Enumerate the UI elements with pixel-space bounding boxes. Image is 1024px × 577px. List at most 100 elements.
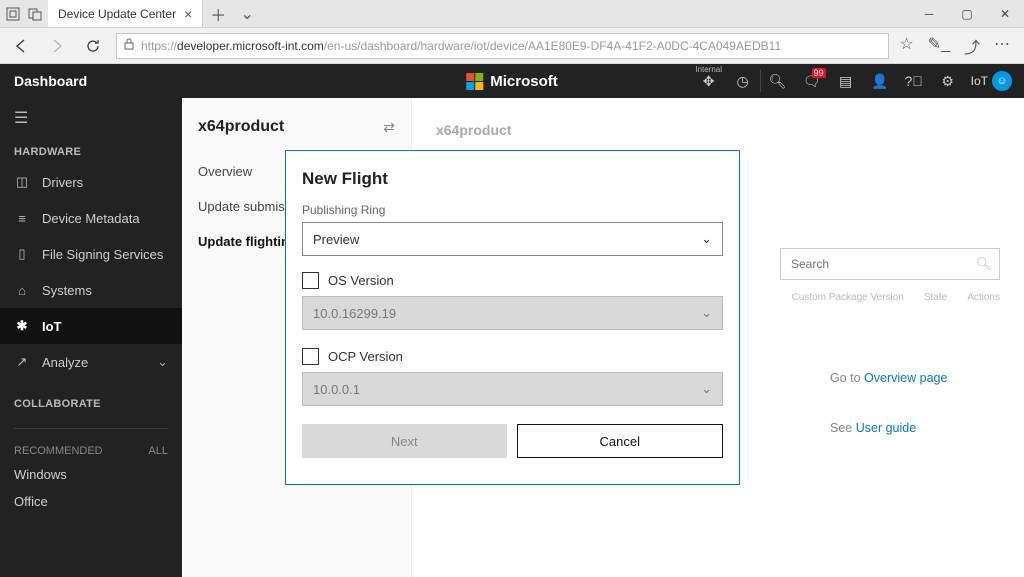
swap-icon[interactable]: ⇄ xyxy=(383,119,395,136)
sidebar-link-office[interactable]: Office xyxy=(0,488,182,515)
sidebar-item-label: Drivers xyxy=(42,175,83,190)
systems-icon: ⌂ xyxy=(14,283,30,298)
publishing-ring-label: Publishing Ring xyxy=(302,203,723,217)
url-scheme: https:// xyxy=(141,39,177,53)
account-avatar-icon: ☺ xyxy=(992,71,1012,91)
notification-icon[interactable]: 🗨99 xyxy=(795,64,829,98)
brand-text: Microsoft xyxy=(490,73,558,90)
sidebar-item-iot[interactable]: ✱ IoT xyxy=(0,308,182,344)
sidebar-link-windows[interactable]: Windows xyxy=(0,461,182,488)
microsoft-logo-icon xyxy=(466,73,483,90)
url-path: /en-us/dashboard/hardware/iot/device/AA1… xyxy=(324,39,781,53)
profile-icon[interactable]: 👤 xyxy=(863,64,897,98)
sidebar-section-collaborate: COLLABORATE xyxy=(0,390,182,416)
refresh-button[interactable] xyxy=(80,33,106,59)
breadcrumb: x64product xyxy=(436,122,1000,138)
cancel-button[interactable]: Cancel xyxy=(517,424,724,458)
sys-icon-1[interactable] xyxy=(6,7,20,21)
sys-icon-2[interactable] xyxy=(28,7,42,21)
dialog-title: New Flight xyxy=(302,169,723,189)
account-label-button[interactable]: IoT ☺ xyxy=(965,64,1018,98)
sidebar-item-label: Systems xyxy=(42,283,92,298)
drivers-icon: ◫ xyxy=(14,174,30,190)
sidebar-item-analyze[interactable]: ↗ Analyze ⌄ xyxy=(0,344,182,380)
maximize-button[interactable]: ▢ xyxy=(948,0,986,27)
th-state: State xyxy=(924,292,947,303)
help-sidebar: Go to Overview page See User guide xyxy=(830,368,1000,438)
all-label[interactable]: ALL xyxy=(148,445,168,457)
chevron-down-icon: ⌄ xyxy=(701,381,712,397)
analyze-icon: ↗ xyxy=(14,354,30,370)
os-version-checkbox[interactable] xyxy=(302,272,319,289)
th-package-version: Custom Package Version xyxy=(792,292,904,303)
table-headers: Custom Package Version State Actions xyxy=(792,292,1000,303)
address-bar[interactable]: https://developer.microsoft-int.com/en-u… xyxy=(116,33,889,59)
ocp-version-select[interactable]: 10.0.0.1 ⌄ xyxy=(302,372,723,406)
sidebar-item-drivers[interactable]: ◫ Drivers xyxy=(0,164,182,200)
sidebar: ☰ HARDWARE ◫ Drivers ≡ Device Metadata ▯… xyxy=(0,98,182,577)
browser-nav-bar: https://developer.microsoft-int.com/en-u… xyxy=(0,28,1024,64)
favorites-icon[interactable]: ☆ xyxy=(899,34,913,58)
search-input[interactable] xyxy=(780,248,1000,280)
next-button[interactable]: Next xyxy=(302,424,507,458)
lock-icon xyxy=(123,38,135,53)
microsoft-logo[interactable]: Microsoft xyxy=(466,73,558,90)
minimize-button[interactable]: ─ xyxy=(910,0,948,27)
window-title-bar: Device Update Center × ＋ ⌄ ─ ▢ ✕ xyxy=(0,0,1024,28)
user-guide-link[interactable]: User guide xyxy=(856,421,916,435)
chevron-down-icon: ⌄ xyxy=(701,231,712,247)
ocp-version-checkbox[interactable] xyxy=(302,348,319,365)
help-see-text: See xyxy=(830,421,856,435)
back-button[interactable] xyxy=(8,33,34,59)
ocp-version-value: 10.0.0.1 xyxy=(313,382,360,397)
file-signing-icon: ▯ xyxy=(14,246,30,262)
settings-gear-icon[interactable]: ⚙ xyxy=(931,64,965,98)
sidebar-item-file-signing[interactable]: ▯ File Signing Services xyxy=(0,236,182,272)
search-icon[interactable]: 🔍︎ xyxy=(975,256,992,272)
site-header: Dashboard Microsoft Internal✥ ◷ 🔍︎ 🗨99 ▤… xyxy=(0,64,1024,98)
os-version-value: 10.0.16299.19 xyxy=(313,306,396,321)
os-version-select[interactable]: 10.0.16299.19 ⌄ xyxy=(302,296,723,330)
close-tab-icon[interactable]: × xyxy=(184,6,192,22)
tab-menu-chevron[interactable]: ⌄ xyxy=(233,0,261,27)
sidebar-item-label: File Signing Services xyxy=(42,247,163,262)
dashboard-label[interactable]: Dashboard xyxy=(14,73,87,89)
sidebar-divider xyxy=(14,428,168,429)
hamburger-button[interactable]: ☰ xyxy=(0,98,182,138)
close-window-button[interactable]: ✕ xyxy=(986,0,1024,27)
search-box: 🔍︎ xyxy=(780,248,1000,280)
tab-title: Device Update Center xyxy=(58,7,176,21)
sidebar-item-label: IoT xyxy=(42,319,62,334)
chevron-down-icon: ⌄ xyxy=(157,354,168,370)
sidebar-item-label: Analyze xyxy=(42,355,88,370)
sidebar-section-hardware: HARDWARE xyxy=(0,138,182,164)
share-icon[interactable]: ⤴ xyxy=(964,34,980,58)
notif-badge: 99 xyxy=(812,68,826,78)
help-icon[interactable]: ?⃝ xyxy=(897,64,931,98)
browser-tab[interactable]: Device Update Center × xyxy=(48,0,203,27)
sidebar-item-label: Device Metadata xyxy=(42,211,140,226)
recommended-label: RECOMMENDED xyxy=(14,445,103,457)
settings-menu-icon[interactable]: ⋯ xyxy=(994,34,1010,58)
th-actions: Actions xyxy=(967,292,1000,303)
app-launcher-icon[interactable]: ▤ xyxy=(829,64,863,98)
account-text: IoT xyxy=(971,74,988,88)
internal-label: Internal xyxy=(695,65,722,74)
overview-link[interactable]: Overview page xyxy=(864,371,947,385)
forward-button[interactable] xyxy=(44,33,70,59)
internal-pin-icon[interactable]: Internal✥ xyxy=(692,64,726,98)
publishing-ring-select[interactable]: Preview ⌄ xyxy=(302,222,723,256)
ocp-version-label: OCP Version xyxy=(328,349,403,364)
chevron-down-icon: ⌄ xyxy=(701,305,712,321)
metadata-icon: ≡ xyxy=(14,211,30,226)
timer-icon[interactable]: ◷ xyxy=(726,64,760,98)
url-host: developer.microsoft-int.com xyxy=(177,39,324,53)
search-header-icon[interactable]: 🔍︎ xyxy=(761,64,795,98)
new-tab-button[interactable]: ＋ xyxy=(203,0,233,27)
sidebar-item-device-metadata[interactable]: ≡ Device Metadata xyxy=(0,200,182,236)
sidebar-item-systems[interactable]: ⌂ Systems xyxy=(0,272,182,308)
notes-icon[interactable]: ✎_ xyxy=(928,34,950,58)
os-version-label: OS Version xyxy=(328,273,394,288)
new-flight-dialog: New Flight Publishing Ring Preview ⌄ OS … xyxy=(285,150,740,485)
help-goto-text: Go to xyxy=(830,371,864,385)
